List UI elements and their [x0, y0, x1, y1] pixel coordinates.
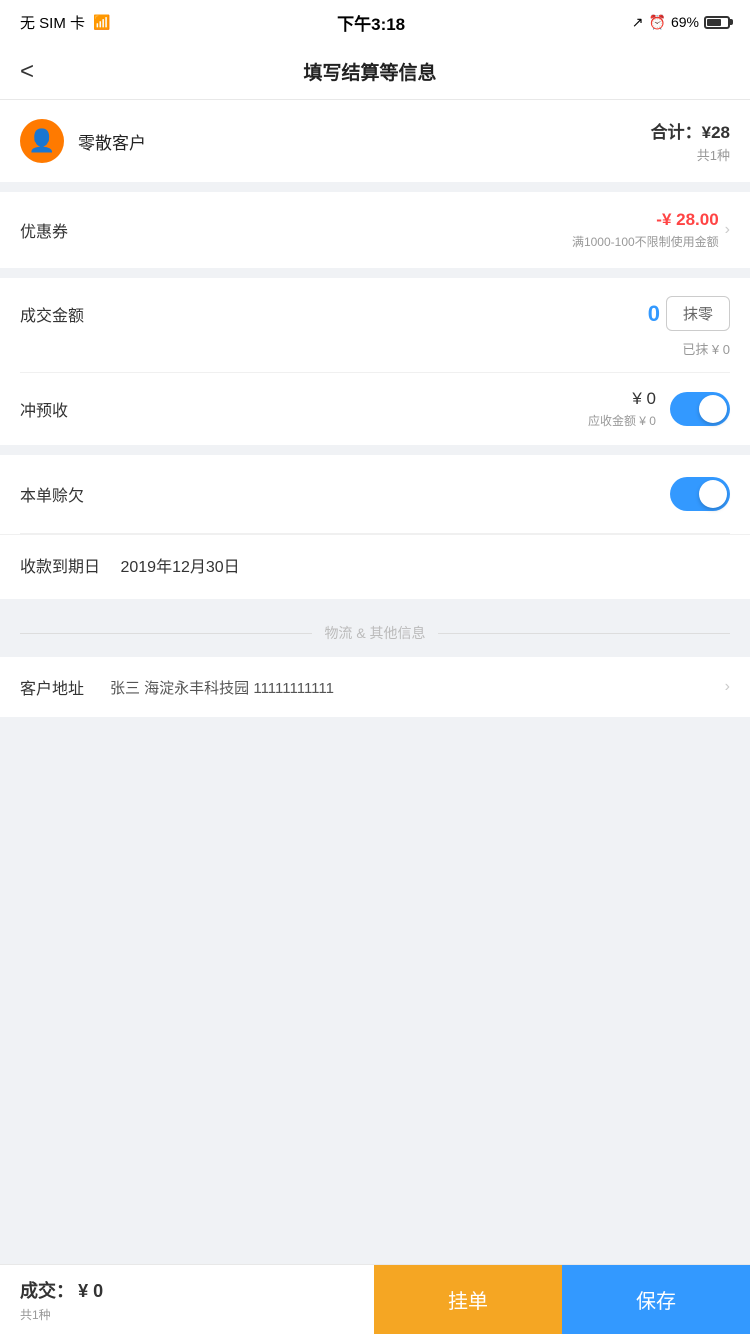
coupon-desc: 满1000-100不限制使用金额	[572, 233, 719, 250]
customer-right: 合计：¥28 共1种	[651, 118, 730, 164]
bottom-bar: 成交： ¥ 0 共1种 挂单 保存	[0, 1264, 750, 1334]
back-button[interactable]: <	[20, 50, 42, 94]
status-right: ↗ ⏰ 69%	[632, 14, 730, 31]
logistics-label: 物流 & 其他信息	[324, 623, 425, 643]
precharge-label: 冲预收	[20, 397, 68, 421]
customer-card: 👤 零散客户 合计：¥28 共1种	[0, 100, 750, 182]
credit-label: 本单赊欠	[20, 482, 84, 506]
precharge-amounts: ¥ 0 应收金额 ¥ 0	[588, 389, 656, 429]
status-bar: 无 SIM 卡 📶 下午3:18 ↗ ⏰ 69%	[0, 0, 750, 44]
due-date-row: 收款到期日 2019年12月30日	[0, 534, 750, 599]
content-area: 👤 零散客户 合计：¥28 共1种 优惠券 -¥ 28.00 满1000-100…	[0, 100, 750, 807]
logistics-divider: 物流 & 其他信息	[0, 609, 750, 657]
page-title: 填写结算等信息	[42, 58, 698, 85]
credit-toggle[interactable]	[670, 477, 730, 511]
amount-right: 0 抹零	[648, 296, 730, 331]
customer-row: 👤 零散客户 合计：¥28 共1种	[0, 100, 750, 182]
bottom-deal: 成交： ¥ 0	[20, 1277, 354, 1303]
amount-label: 成交金额	[20, 302, 84, 326]
avatar-icon: 👤	[28, 128, 55, 154]
customer-left: 👤 零散客户	[20, 119, 146, 163]
deal-amount: ¥ 0	[78, 1281, 103, 1301]
hold-button[interactable]: 挂单	[374, 1265, 562, 1334]
wifi-icon: 📶	[93, 14, 110, 31]
total-amount: 合计：¥28	[651, 118, 730, 143]
round-zero-button[interactable]: 抹零	[666, 296, 730, 331]
due-date-value: 2019年12月30日	[120, 559, 239, 576]
save-button[interactable]: 保存	[562, 1265, 750, 1334]
empty-space	[0, 727, 750, 807]
location-icon: ↗	[632, 14, 644, 31]
total-count: 共1种	[651, 145, 730, 164]
amount-row: 成交金额 0 抹零	[0, 278, 750, 339]
address-value: 张三 海淀永丰科技园 11111111111	[110, 677, 715, 698]
coupon-value-col: -¥ 28.00 满1000-100不限制使用金额	[572, 210, 719, 250]
logistics-line-right	[438, 633, 730, 634]
precharge-right: ¥ 0 应收金额 ¥ 0	[588, 389, 730, 429]
bottom-info: 成交： ¥ 0 共1种	[0, 1277, 374, 1323]
nav-bar: < 填写结算等信息	[0, 44, 750, 100]
address-chevron: ›	[725, 678, 730, 696]
status-left: 无 SIM 卡 📶	[20, 12, 110, 33]
address-label: 客户地址	[20, 675, 100, 699]
status-time: 下午3:18	[337, 10, 405, 35]
amount-section: 成交金额 0 抹零 已抹 ¥ 0 冲预收 ¥ 0 应收金额 ¥ 0	[0, 278, 750, 445]
address-row[interactable]: 客户地址 张三 海淀永丰科技园 11111111111 ›	[0, 657, 750, 717]
coupon-row[interactable]: 优惠券 -¥ 28.00 满1000-100不限制使用金额 ›	[0, 192, 750, 268]
customer-name: 零散客户	[78, 129, 146, 154]
coupon-chevron: ›	[725, 221, 730, 239]
battery-icon	[704, 16, 730, 29]
alarm-icon: ⏰	[649, 14, 666, 31]
coupon-value: -¥ 28.00	[572, 210, 719, 230]
coupon-right: -¥ 28.00 满1000-100不限制使用金额 ›	[572, 210, 730, 250]
amount-sub: 已抹 ¥ 0	[0, 339, 750, 372]
precharge-sub: 应收金额 ¥ 0	[588, 412, 656, 429]
precharge-value: ¥ 0	[588, 389, 656, 409]
logistics-section: 物流 & 其他信息 客户地址 张三 海淀永丰科技园 11111111111 ›	[0, 609, 750, 717]
due-date-label: 收款到期日	[20, 559, 100, 576]
deal-label: 成交：	[20, 1281, 74, 1301]
precharge-row: 冲预收 ¥ 0 应收金额 ¥ 0	[0, 373, 750, 445]
battery-percent: 69%	[671, 14, 699, 30]
credit-card: 本单赊欠 收款到期日 2019年12月30日	[0, 455, 750, 599]
amount-value: 0	[648, 301, 660, 327]
bottom-count: 共1种	[20, 1306, 354, 1323]
coupon-label: 优惠券	[20, 218, 68, 242]
coupon-card[interactable]: 优惠券 -¥ 28.00 满1000-100不限制使用金额 ›	[0, 192, 750, 268]
precharge-toggle[interactable]	[670, 392, 730, 426]
credit-row: 本单赊欠	[0, 455, 750, 533]
sim-indicator: 无 SIM 卡	[20, 12, 85, 33]
logistics-line-left	[20, 633, 312, 634]
avatar: 👤	[20, 119, 64, 163]
